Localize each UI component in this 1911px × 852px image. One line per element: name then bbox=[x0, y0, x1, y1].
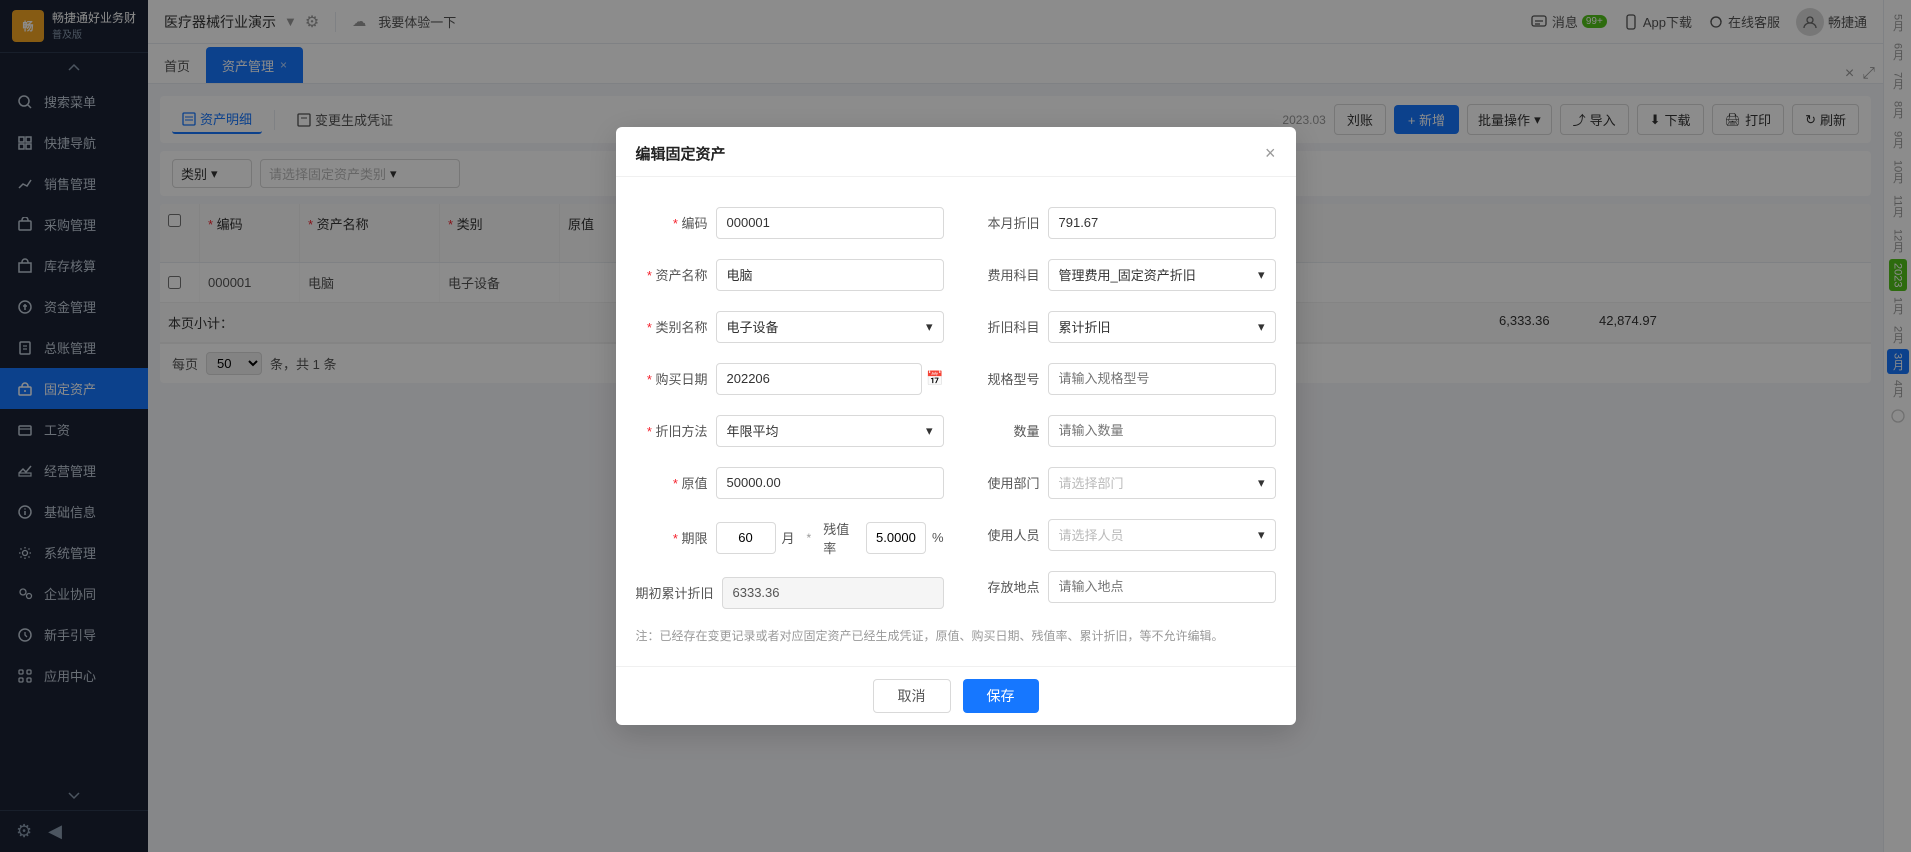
form-row-quantity: 数量 bbox=[968, 405, 1276, 457]
residual-rate-unit: % bbox=[932, 530, 944, 545]
form-row-spec-model: 规格型号 bbox=[968, 353, 1276, 405]
form-row-initial-depreciation: 期初累计折旧 bbox=[636, 567, 944, 619]
chevron-down-icon: ▾ bbox=[1258, 319, 1265, 335]
form-row-expense-subject: 费用科目 管理费用_固定资产折旧 ▾ bbox=[968, 249, 1276, 301]
original-value-input[interactable] bbox=[716, 467, 944, 499]
form-row-original-value: 原值 bbox=[636, 457, 944, 509]
form-row-purchase-date: 购买日期 📅 bbox=[636, 353, 944, 405]
save-button[interactable]: 保存 bbox=[963, 679, 1039, 713]
form-row-code: 编码 bbox=[636, 197, 944, 249]
modal-header: 编辑固定资产 × bbox=[616, 127, 1296, 177]
residual-rate-label: 残值率 bbox=[823, 519, 860, 557]
modal-left-column: 编码 资产名称 类别名称 电子设备 ▾ bbox=[636, 197, 944, 619]
form-row-user: 使用人员 请选择人员 ▾ bbox=[968, 509, 1276, 561]
modal-overlay: 编辑固定资产 × 编码 资产名称 bbox=[0, 0, 1911, 852]
depreciation-subject-select[interactable]: 累计折旧 ▾ bbox=[1048, 311, 1276, 343]
edit-asset-modal: 编辑固定资产 × 编码 资产名称 bbox=[616, 127, 1296, 725]
form-row-location: 存放地点 bbox=[968, 561, 1276, 613]
form-row-depreciation-subject: 折旧科目 累计折旧 ▾ bbox=[968, 301, 1276, 353]
category-select[interactable]: 电子设备 ▾ bbox=[716, 311, 944, 343]
monthly-depreciation-input[interactable] bbox=[1048, 207, 1276, 239]
asterisk: * bbox=[807, 531, 812, 545]
purchase-date-input[interactable] bbox=[716, 363, 923, 395]
spec-model-input[interactable] bbox=[1048, 363, 1276, 395]
department-label: 使用部门 bbox=[968, 473, 1040, 492]
initial-depreciation-input[interactable] bbox=[722, 577, 944, 609]
asset-name-input[interactable] bbox=[716, 259, 944, 291]
monthly-depreciation-label: 本月折旧 bbox=[968, 213, 1040, 232]
period-label: 期限 bbox=[636, 528, 708, 547]
form-row-category: 类别名称 电子设备 ▾ bbox=[636, 301, 944, 353]
chevron-down-icon: ▾ bbox=[1258, 527, 1265, 543]
form-row-period: 期限 月 * 残值率 % bbox=[636, 509, 944, 567]
initial-depreciation-label: 期初累计折旧 bbox=[636, 583, 714, 602]
depreciation-method-select[interactable]: 年限平均 ▾ bbox=[716, 415, 944, 447]
department-select[interactable]: 请选择部门 ▾ bbox=[1048, 467, 1276, 499]
category-label: 类别名称 bbox=[636, 317, 708, 336]
location-label: 存放地点 bbox=[968, 577, 1040, 596]
code-label: 编码 bbox=[636, 213, 708, 232]
period-input[interactable] bbox=[716, 522, 776, 554]
modal-note: 注：已经存在变更记录或者对应固定资产已经生成凭证，原值、购买日期、残值率、累计折… bbox=[636, 619, 1276, 646]
asset-name-label: 资产名称 bbox=[636, 265, 708, 284]
chevron-down-icon: ▾ bbox=[926, 319, 933, 335]
chevron-down-icon: ▾ bbox=[1258, 475, 1265, 491]
chevron-down-icon: ▾ bbox=[1258, 267, 1265, 283]
residual-rate-input[interactable] bbox=[866, 522, 926, 554]
period-unit: 月 bbox=[782, 528, 795, 547]
form-row-depreciation-method: 折旧方法 年限平均 ▾ bbox=[636, 405, 944, 457]
chevron-down-icon: ▾ bbox=[926, 423, 933, 439]
user-select[interactable]: 请选择人员 ▾ bbox=[1048, 519, 1276, 551]
expense-subject-select[interactable]: 管理费用_固定资产折旧 ▾ bbox=[1048, 259, 1276, 291]
depreciation-subject-label: 折旧科目 bbox=[968, 317, 1040, 336]
code-input[interactable] bbox=[716, 207, 944, 239]
form-row-asset-name: 资产名称 bbox=[636, 249, 944, 301]
modal-body: 编码 资产名称 类别名称 电子设备 ▾ bbox=[616, 177, 1296, 666]
quantity-input[interactable] bbox=[1048, 415, 1276, 447]
quantity-label: 数量 bbox=[968, 421, 1040, 440]
location-input[interactable] bbox=[1048, 571, 1276, 603]
modal-close-btn[interactable]: × bbox=[1265, 144, 1276, 162]
form-row-monthly-depreciation: 本月折旧 bbox=[968, 197, 1276, 249]
purchase-date-label: 购买日期 bbox=[636, 369, 708, 388]
modal-footer: 取消 保存 bbox=[616, 666, 1296, 725]
modal-right-column: 本月折旧 费用科目 管理费用_固定资产折旧 ▾ 折旧科目 bbox=[968, 197, 1276, 619]
modal-title: 编辑固定资产 bbox=[636, 143, 726, 164]
user-label: 使用人员 bbox=[968, 525, 1040, 544]
depreciation-method-label: 折旧方法 bbox=[636, 421, 708, 440]
calendar-icon[interactable]: 📅 bbox=[926, 370, 943, 387]
cancel-button[interactable]: 取消 bbox=[873, 679, 951, 713]
form-row-department: 使用部门 请选择部门 ▾ bbox=[968, 457, 1276, 509]
original-value-label: 原值 bbox=[636, 473, 708, 492]
expense-subject-label: 费用科目 bbox=[968, 265, 1040, 284]
spec-model-label: 规格型号 bbox=[968, 369, 1040, 388]
